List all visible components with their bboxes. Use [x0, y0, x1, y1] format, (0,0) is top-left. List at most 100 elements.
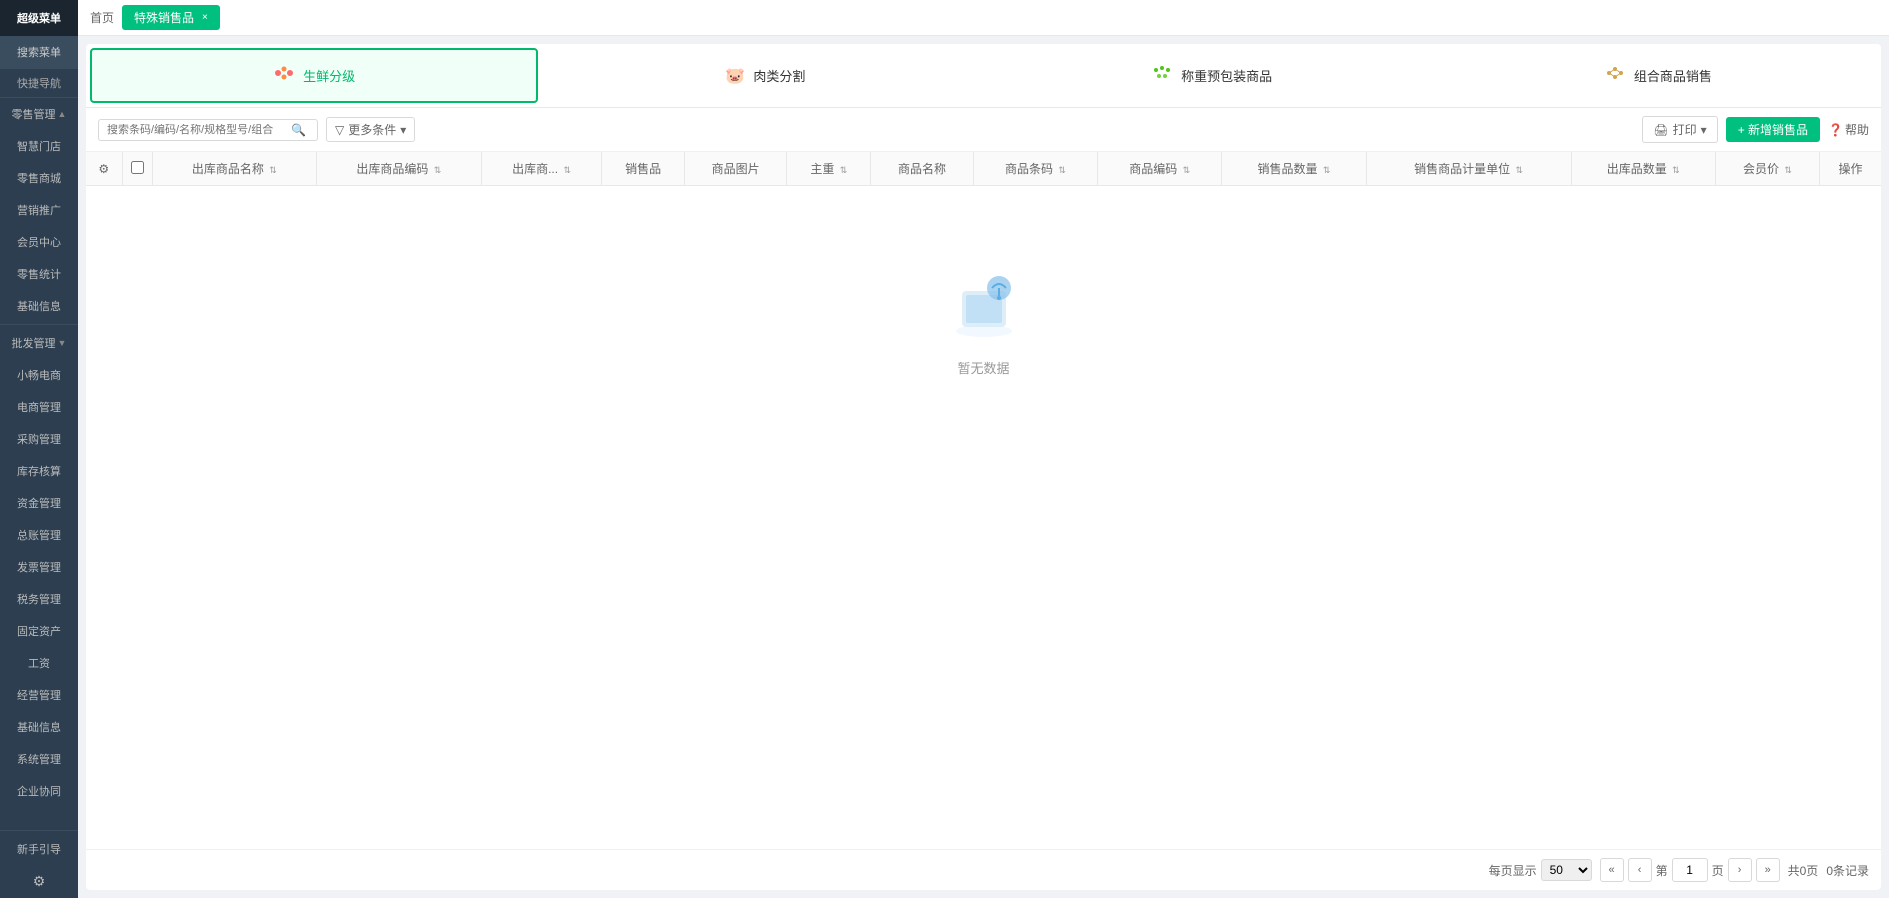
settings-icon: ⚙ — [98, 162, 109, 176]
th-sales-unit[interactable]: 销售商品计量单位 ⇅ — [1366, 152, 1571, 186]
sort-icon: ⇅ — [563, 165, 571, 175]
sort-icon: ⇅ — [840, 165, 848, 175]
content-area: 生鲜分级 🐷 肉类分割 称重预包装商品 — [86, 44, 1881, 890]
th-settings[interactable]: ⚙ — [86, 152, 122, 186]
meat-cut-icon: 🐷 — [725, 66, 745, 86]
sidebar-search-button[interactable]: 搜索菜单 — [0, 36, 78, 69]
th-out-qty[interactable]: 出库品数量 ⇅ — [1571, 152, 1715, 186]
th-sales-product[interactable]: 销售品 — [602, 152, 684, 186]
sidebar-item-enterprise[interactable]: 企业协同 — [0, 775, 78, 807]
sidebar-item-member-center[interactable]: 会员中心 — [0, 226, 78, 258]
sidebar-item-ops-mgmt[interactable]: 经营管理 — [0, 679, 78, 711]
sidebar-quick-nav[interactable]: 快捷导航 — [0, 69, 78, 98]
weighed-package-icon — [1151, 64, 1173, 87]
total-records: 0条记录 — [1826, 862, 1869, 879]
tab-meat-cut[interactable]: 🐷 肉类分割 — [542, 44, 988, 107]
page-size-label: 每页显示 — [1489, 862, 1537, 879]
sidebar-item-retail-mall[interactable]: 零售商城 — [0, 162, 78, 194]
th-product-image[interactable]: 商品图片 — [684, 152, 787, 186]
top-bar: 首页 特殊销售品 × — [78, 0, 1889, 36]
combo-sales-icon — [1604, 64, 1626, 87]
chevron-down-icon: ▾ — [400, 123, 406, 137]
sort-icon: ⇅ — [1516, 165, 1524, 175]
page-label-prefix: 第 — [1656, 862, 1668, 879]
th-out-product-spec[interactable]: 出库商... ⇅ — [481, 152, 602, 186]
product-table: ⚙ 出库商品名称 ⇅ 出库商品编码 ⇅ — [86, 152, 1881, 186]
new-product-button[interactable]: + 新增销售品 — [1726, 117, 1820, 142]
active-tab[interactable]: 特殊销售品 × — [122, 5, 220, 30]
tab-combo-sales[interactable]: 组合商品销售 — [1435, 44, 1881, 107]
select-all-checkbox[interactable] — [131, 161, 144, 174]
sidebar-item-batch-mgmt[interactable]: 批发管理 ▼ — [0, 327, 78, 359]
prev-page-button[interactable]: ‹ — [1628, 858, 1652, 882]
tab-fresh-grade-label: 生鲜分级 — [303, 66, 355, 85]
next-page-button[interactable]: › — [1728, 858, 1752, 882]
sidebar-item-purchase-mgmt[interactable]: 采购管理 — [0, 423, 78, 455]
search-input[interactable] — [107, 124, 287, 136]
close-tab-icon[interactable]: × — [202, 12, 208, 23]
th-member-price[interactable]: 会员价 ⇅ — [1715, 152, 1819, 186]
th-sales-qty[interactable]: 销售品数量 ⇅ — [1222, 152, 1366, 186]
tab-fresh-grade[interactable]: 生鲜分级 — [90, 48, 538, 103]
empty-state-icon — [944, 266, 1024, 346]
sidebar-item-basic-info2[interactable]: 基础信息 — [0, 711, 78, 743]
empty-text: 暂无数据 — [957, 358, 1009, 377]
sidebar-item-new-guide[interactable]: 新手引导 — [0, 833, 78, 865]
sidebar-item-mini-ecom[interactable]: 小畅电商 — [0, 359, 78, 391]
sidebar-item-ledger[interactable]: 总账管理 — [0, 519, 78, 551]
sidebar-logo: 超级菜单 — [0, 0, 78, 36]
th-product-name[interactable]: 商品名称 — [871, 152, 974, 186]
sidebar-item-tax[interactable]: 税务管理 — [0, 583, 78, 615]
tab-weighed-package[interactable]: 称重预包装商品 — [989, 44, 1435, 107]
help-label: 帮助 — [1845, 121, 1869, 138]
sidebar-item-sales-promo[interactable]: 营销推广 — [0, 194, 78, 226]
search-icon: 🔍 — [291, 123, 306, 137]
sidebar-item-retail-mgmt[interactable]: 零售管理 ▲ — [0, 98, 78, 130]
filter-button[interactable]: ▽ 更多条件 ▾ — [326, 117, 415, 142]
sort-icon: ⇅ — [1323, 165, 1331, 175]
last-page-button[interactable]: » — [1756, 858, 1780, 882]
th-product-sku[interactable]: 商品编码 ⇅ — [1098, 152, 1222, 186]
th-out-product-name[interactable]: 出库商品名称 ⇅ — [152, 152, 317, 186]
page-size-select: 每页显示 50 10 20 100 — [1489, 859, 1592, 881]
sidebar-bottom: 新手引导 ⚙ — [0, 828, 78, 898]
tab-weighed-package-label: 称重预包装商品 — [1181, 66, 1272, 85]
sidebar: 超级菜单 搜索菜单 快捷导航 零售管理 ▲ 智慧门店 零售商城 营销推广 会员中… — [0, 0, 78, 898]
sort-icon: ⇅ — [1672, 165, 1680, 175]
search-box[interactable]: 🔍 — [98, 119, 318, 141]
chevron-down-icon: ▼ — [58, 338, 67, 348]
th-action: 操作 — [1820, 152, 1882, 186]
breadcrumb-home[interactable]: 首页 — [90, 9, 114, 26]
sidebar-item-basic-info[interactable]: 基础信息 — [0, 290, 78, 322]
pagination-nav: « ‹ 第 页 › » — [1600, 858, 1780, 882]
empty-state: 暂无数据 — [86, 186, 1881, 457]
sidebar-item-ecom-mgmt[interactable]: 电商管理 — [0, 391, 78, 423]
sidebar-item-smart-store[interactable]: 智慧门店 — [0, 130, 78, 162]
sidebar-item-invoice[interactable]: 发票管理 — [0, 551, 78, 583]
sidebar-item-finance[interactable]: 资金管理 — [0, 487, 78, 519]
th-out-product-code[interactable]: 出库商品编码 ⇅ — [317, 152, 482, 186]
sidebar-item-inventory[interactable]: 库存核算 — [0, 455, 78, 487]
th-product-barcode[interactable]: 商品条码 ⇅ — [973, 152, 1097, 186]
toolbar-right: 🖨 打印 ▾ + 新增销售品 ❓ 帮助 — [1642, 116, 1869, 143]
sort-icon: ⇅ — [1058, 165, 1066, 175]
page-label-suffix: 页 — [1712, 862, 1724, 879]
print-icon: 🖨 — [1653, 123, 1668, 137]
sidebar-divider-bottom — [0, 830, 78, 831]
print-label: 打印 — [1673, 121, 1697, 138]
sidebar-divider — [0, 324, 78, 325]
sidebar-item-retail-stats[interactable]: 零售统计 — [0, 258, 78, 290]
help-button[interactable]: ❓ 帮助 — [1828, 121, 1869, 138]
sidebar-item-fixed-assets[interactable]: 固定资产 — [0, 615, 78, 647]
new-product-label: + 新增销售品 — [1738, 121, 1808, 138]
sidebar-item-settings[interactable]: ⚙ — [0, 865, 78, 898]
toolbar: 🔍 ▽ 更多条件 ▾ 🖨 打印 ▾ + 新增销售品 ❓ 帮助 — [86, 108, 1881, 152]
page-number-input[interactable] — [1672, 858, 1708, 882]
sidebar-item-sys-mgmt[interactable]: 系统管理 — [0, 743, 78, 775]
th-checkbox[interactable] — [122, 152, 152, 186]
th-main-weight[interactable]: 主重 ⇅ — [787, 152, 871, 186]
sidebar-item-salary[interactable]: 工资 — [0, 647, 78, 679]
print-button[interactable]: 🖨 打印 ▾ — [1642, 116, 1717, 143]
page-size-dropdown[interactable]: 50 10 20 100 — [1541, 859, 1592, 881]
first-page-button[interactable]: « — [1600, 858, 1624, 882]
